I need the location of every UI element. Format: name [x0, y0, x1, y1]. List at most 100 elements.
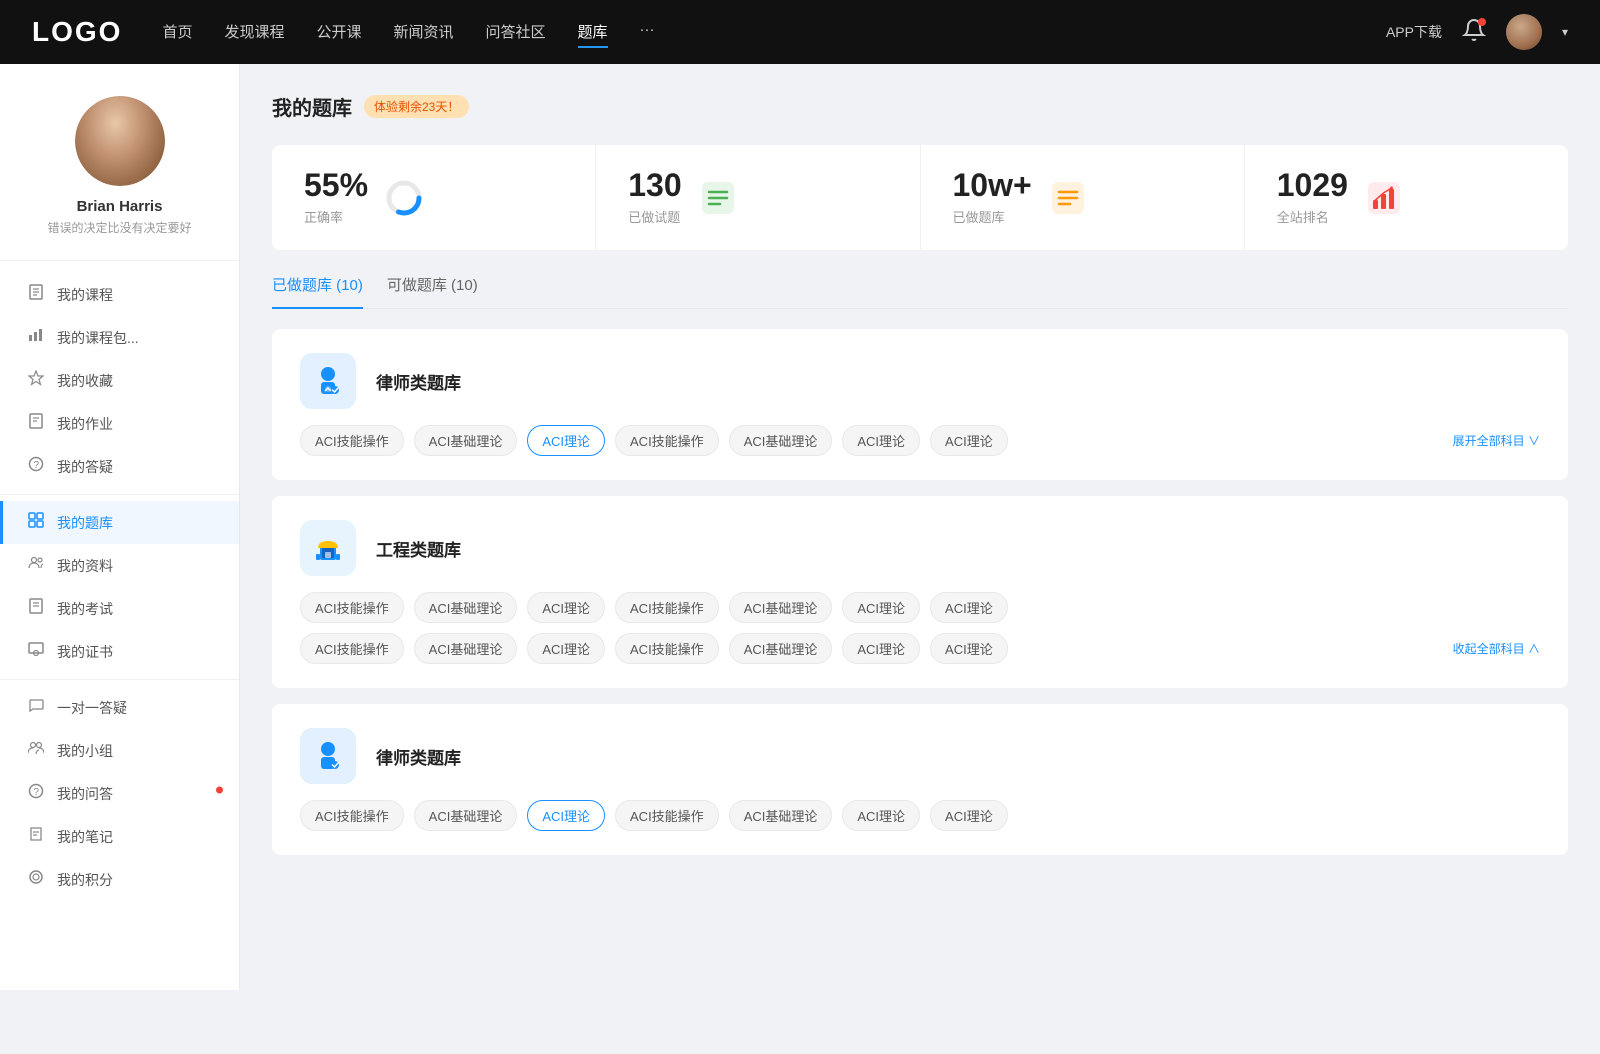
stat-done-questions: 130 已做试题 — [596, 145, 920, 250]
stat-accuracy: 55% 正确率 — [272, 145, 596, 250]
stat-ranking-value: 1029 — [1277, 169, 1348, 201]
bank-tag[interactable]: ACI理论 — [842, 800, 920, 831]
bank-tag[interactable]: ACI理论 — [842, 425, 920, 456]
sidebar-item-group[interactable]: 我的小组 — [0, 729, 239, 772]
bar-chart-icon — [27, 327, 45, 348]
bank-tags-row-3: ACI技能操作 ACI基础理论 ACI理论 ACI技能操作 ACI基础理论 AC… — [300, 800, 1540, 831]
bank-tag[interactable]: ACI基础理论 — [414, 633, 518, 664]
question-icon: ? — [27, 456, 45, 477]
sidebar-divider-1 — [0, 494, 239, 495]
red-dot-badge — [216, 786, 223, 793]
sidebar-item-label: 一对一答疑 — [57, 698, 127, 718]
sidebar-item-course-pack[interactable]: 我的课程包... — [0, 316, 239, 359]
bank-tag[interactable]: ACI理论 — [842, 592, 920, 623]
bank-tag[interactable]: ACI技能操作 — [615, 633, 719, 664]
sidebar-item-myqanda[interactable]: ? 我的问答 — [0, 772, 239, 815]
expand-link-1[interactable]: 展开全部科目 ∨ — [1453, 432, 1540, 449]
nav-item-discover[interactable]: 发现课程 — [224, 17, 284, 48]
stats-row: 55% 正确率 130 已做试题 — [272, 145, 1568, 250]
sidebar-item-mydata[interactable]: 我的资料 — [0, 544, 239, 587]
collapse-link[interactable]: 收起全部科目 ∧ — [1453, 640, 1540, 657]
profile-avatar-image — [75, 96, 165, 186]
bank-tag[interactable]: ACI基础理论 — [729, 425, 833, 456]
bank-tags-row-2a: ACI技能操作 ACI基础理论 ACI理论 ACI技能操作 ACI基础理论 AC… — [300, 592, 1540, 623]
user-chevron-icon[interactable]: ▾ — [1562, 25, 1568, 39]
bank-tag[interactable]: ACI技能操作 — [615, 800, 719, 831]
tab-available-banks[interactable]: 可做题库 (10) — [387, 274, 478, 309]
bank-tag[interactable]: ACI理论 — [527, 633, 605, 664]
sidebar-item-label: 我的作业 — [57, 414, 113, 434]
bank-tag[interactable]: ACI基础理论 — [414, 592, 518, 623]
points-icon — [27, 869, 45, 890]
document-icon — [27, 284, 45, 305]
stat-ranking-label: 全站排名 — [1277, 207, 1348, 226]
bank-tags-row-2b: ACI技能操作 ACI基础理论 ACI理论 ACI技能操作 ACI基础理论 AC… — [300, 633, 1540, 664]
stat-accuracy-value: 55% — [304, 169, 368, 201]
page-title-row: 我的题库 体验剩余23天！ — [272, 92, 1568, 121]
bank-tag[interactable]: ACI理论 — [842, 633, 920, 664]
profile-motto: 错误的决定比没有决定要好 — [47, 219, 191, 236]
tab-done-banks[interactable]: 已做题库 (10) — [272, 274, 363, 309]
star-icon — [27, 370, 45, 391]
bank-tag[interactable]: ACI技能操作 — [615, 592, 719, 623]
sidebar-item-questionbank[interactable]: 我的题库 — [0, 501, 239, 544]
bank-tag[interactable]: ACI理论 — [930, 800, 1008, 831]
sidebar: Brian Harris 错误的决定比没有决定要好 我的课程 我的课程包... — [0, 64, 240, 990]
bank-tag[interactable]: ACI理论 — [930, 592, 1008, 623]
bank-tag-active[interactable]: ACI理论 — [527, 425, 605, 456]
notification-bell[interactable] — [1462, 18, 1486, 47]
bank-card-engineer: 工程类题库 ACI技能操作 ACI基础理论 ACI理论 ACI技能操作 ACI基… — [272, 496, 1568, 688]
certificate-icon — [27, 641, 45, 662]
stat-banks-value: 10w+ — [953, 169, 1032, 201]
bank-tag[interactable]: ACI技能操作 — [300, 425, 404, 456]
sidebar-item-homework[interactable]: 我的作业 — [0, 402, 239, 445]
bank-tag[interactable]: ACI基础理论 — [729, 592, 833, 623]
sidebar-item-my-courses[interactable]: 我的课程 — [0, 273, 239, 316]
nav-item-questionbank[interactable]: 题库 — [578, 17, 608, 48]
nav-item-home[interactable]: 首页 — [162, 17, 192, 48]
page-layout: Brian Harris 错误的决定比没有决定要好 我的课程 我的课程包... — [0, 64, 1600, 990]
sidebar-item-certificate[interactable]: 我的证书 — [0, 630, 239, 673]
bank-tag[interactable]: ACI技能操作 — [300, 633, 404, 664]
sidebar-item-label: 我的答疑 — [57, 457, 113, 477]
sidebar-item-favorites[interactable]: 我的收藏 — [0, 359, 239, 402]
bank-tag[interactable]: ACI基础理论 — [414, 425, 518, 456]
sidebar-item-1on1[interactable]: 一对一答疑 — [0, 686, 239, 729]
bank-tag[interactable]: ACI技能操作 — [615, 425, 719, 456]
main-content: 我的题库 体验剩余23天！ 55% 正确率 — [240, 64, 1600, 990]
page-title: 我的题库 — [272, 92, 352, 121]
trial-badge: 体验剩余23天！ — [364, 95, 469, 118]
nav-item-more[interactable]: ··· — [640, 17, 655, 48]
bank-tags-row-1: ACI技能操作 ACI基础理论 ACI理论 ACI技能操作 ACI基础理论 AC… — [300, 425, 1540, 456]
sidebar-item-label: 我的收藏 — [57, 371, 113, 391]
sidebar-item-notes[interactable]: 我的笔记 — [0, 815, 239, 858]
nav-item-opencourse[interactable]: 公开课 — [316, 17, 361, 48]
nav-item-qa[interactable]: 问答社区 — [486, 17, 546, 48]
bank-tag[interactable]: ACI技能操作 — [300, 592, 404, 623]
chat-icon — [27, 697, 45, 718]
bank-tag[interactable]: ACI技能操作 — [300, 800, 404, 831]
bank-card-header-3: 律师类题库 — [300, 728, 1540, 784]
list-orange-icon — [1048, 178, 1088, 218]
sidebar-item-exam[interactable]: 我的考试 — [0, 587, 239, 630]
sidebar-menu: 我的课程 我的课程包... 我的收藏 我的作业 — [0, 261, 239, 913]
bank-card-lawyer-1: 律师类题库 ACI技能操作 ACI基础理论 ACI理论 ACI技能操作 ACI基… — [272, 329, 1568, 480]
bank-card-title-2: 工程类题库 — [376, 536, 461, 561]
bank-tag[interactable]: ACI理论 — [930, 633, 1008, 664]
nav-item-news[interactable]: 新闻资讯 — [394, 17, 454, 48]
sidebar-item-label: 我的考试 — [57, 599, 113, 619]
bank-tag-active-3[interactable]: ACI理论 — [527, 800, 605, 831]
bank-card-title-1: 律师类题库 — [376, 369, 461, 394]
bank-tag[interactable]: ACI理论 — [527, 592, 605, 623]
sidebar-item-qanda[interactable]: ? 我的答疑 — [0, 445, 239, 488]
group-icon — [27, 740, 45, 761]
bank-tag[interactable]: ACI基础理论 — [729, 633, 833, 664]
bank-tag[interactable]: ACI基础理论 — [729, 800, 833, 831]
app-download-link[interactable]: APP下载 — [1386, 22, 1442, 42]
profile-avatar — [75, 96, 165, 186]
user-avatar[interactable] — [1506, 14, 1542, 50]
grid-icon — [27, 512, 45, 533]
bank-tag[interactable]: ACI基础理论 — [414, 800, 518, 831]
bank-tag[interactable]: ACI理论 — [930, 425, 1008, 456]
sidebar-item-points[interactable]: 我的积分 — [0, 858, 239, 901]
